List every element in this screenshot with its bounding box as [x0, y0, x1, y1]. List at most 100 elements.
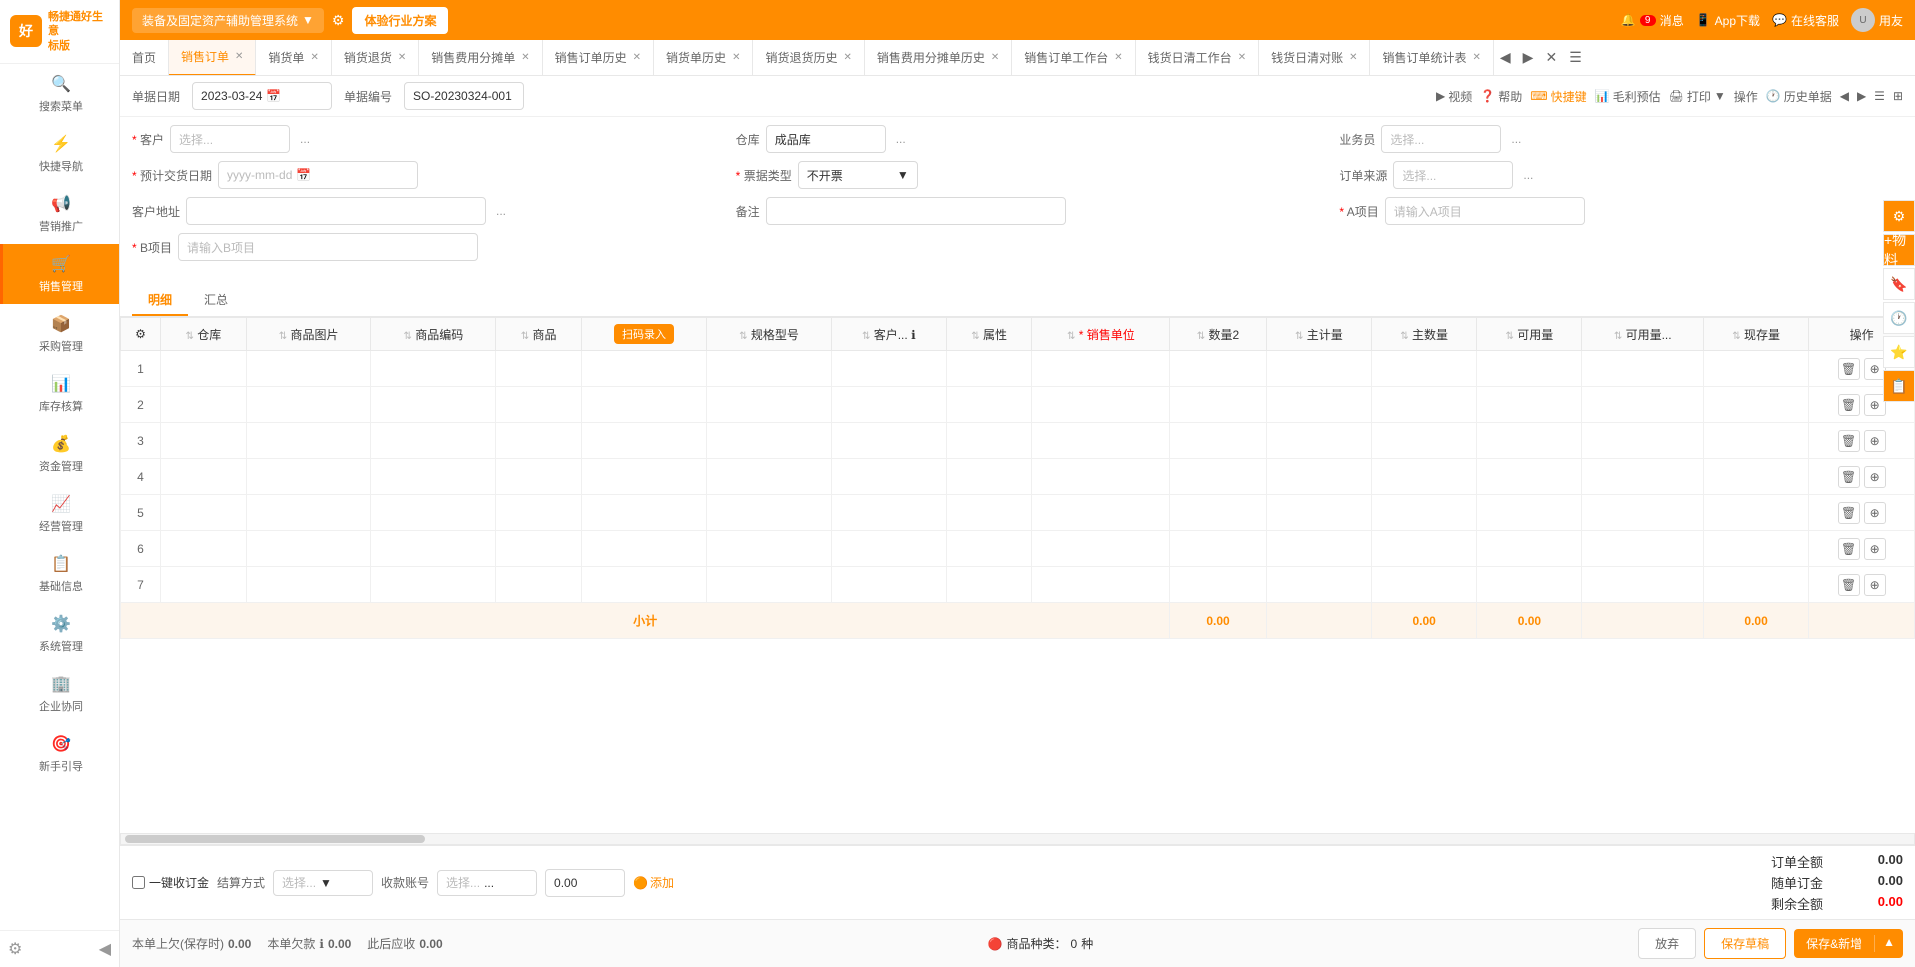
grid-view-button[interactable]: ⊞	[1893, 89, 1903, 103]
cell-attr[interactable]	[946, 495, 1032, 531]
cell-warehouse[interactable]	[161, 351, 247, 387]
help-button[interactable]: ❓ 帮助	[1480, 88, 1522, 105]
cell-product[interactable]	[496, 387, 582, 423]
cell-qty2[interactable]	[1170, 387, 1267, 423]
cell-avail-qty[interactable]	[1477, 531, 1582, 567]
cell-unit[interactable]	[1032, 423, 1170, 459]
sidebar-item-marketing[interactable]: 📢 营销推广	[0, 184, 119, 244]
col-settings[interactable]: ⚙	[121, 318, 161, 351]
cell-warehouse[interactable]	[161, 531, 247, 567]
col-customer[interactable]: ⇅ 客户... ℹ	[831, 318, 946, 351]
horizontal-scrollbar[interactable]	[120, 833, 1915, 845]
side-star-button[interactable]: ⭐	[1883, 336, 1915, 368]
tab-close-icon[interactable]: ✕	[235, 51, 243, 62]
cell-attr[interactable]	[946, 387, 1032, 423]
cell-main-unit[interactable]	[1266, 567, 1371, 603]
copy-row-button[interactable]: ⊕	[1864, 430, 1886, 452]
tab-sales-invoice[interactable]: 销货单 ✕	[256, 40, 331, 76]
delete-row-button[interactable]: 🗑	[1838, 394, 1860, 416]
save-new-button[interactable]: 保存&新增 ▲	[1794, 929, 1903, 958]
tabs-prev-button[interactable]: ◀	[1494, 40, 1517, 76]
col-qty2[interactable]: ⇅ 数量2	[1170, 318, 1267, 351]
tab-order-stats[interactable]: 销售订单统计表 ✕	[1370, 40, 1493, 76]
cell-main-unit[interactable]	[1266, 351, 1371, 387]
salesperson-more-button[interactable]: ...	[1511, 132, 1521, 146]
cell-stock-qty[interactable]	[1703, 387, 1808, 423]
side-add-material-button[interactable]: +物料	[1883, 234, 1915, 266]
cell-image[interactable]	[246, 423, 371, 459]
tab-close-icon[interactable]: ✕	[991, 52, 999, 63]
cell-scan[interactable]	[581, 387, 706, 423]
online-service-button[interactable]: 💬 在线客服	[1772, 12, 1839, 29]
cell-stock-qty[interactable]	[1703, 495, 1808, 531]
cell-main-unit[interactable]	[1266, 423, 1371, 459]
col-unit[interactable]: ⇅ * 销售单位	[1032, 318, 1170, 351]
cell-customer[interactable]	[831, 459, 946, 495]
side-settings-button[interactable]: ⚙	[1883, 200, 1915, 232]
sidebar-item-system[interactable]: ⚙️ 系统管理	[0, 604, 119, 664]
tab-order-history[interactable]: 销售订单历史 ✕	[543, 40, 654, 76]
col-main-qty[interactable]: ⇅ 主数量	[1372, 318, 1477, 351]
sidebar-item-guide[interactable]: 🎯 新手引导	[0, 724, 119, 784]
cell-product[interactable]	[496, 351, 582, 387]
cell-stock-qty[interactable]	[1703, 351, 1808, 387]
tab-close-icon[interactable]: ✕	[1238, 52, 1246, 63]
tab-close-icon[interactable]: ✕	[1349, 52, 1357, 63]
shortcuts-button[interactable]: ⌨ 快捷键	[1530, 88, 1586, 105]
tab-close-icon[interactable]: ✕	[1114, 52, 1122, 63]
cell-main-unit[interactable]	[1266, 387, 1371, 423]
col-avail-qty2[interactable]: ⇅ 可用量...	[1582, 318, 1704, 351]
sidebar-item-search[interactable]: 🔍 搜索菜单	[0, 64, 119, 124]
cell-qty2[interactable]	[1170, 495, 1267, 531]
payment-amount-input[interactable]: 0.00	[545, 869, 625, 897]
cell-avail-qty[interactable]	[1477, 567, 1582, 603]
copy-row-button[interactable]: ⊕	[1864, 466, 1886, 488]
expected-date-input[interactable]: yyyy-mm-dd 📅	[218, 161, 418, 189]
customer-input[interactable]: 选择...	[170, 125, 290, 153]
order-no-input[interactable]: SO-20230324-001	[404, 82, 524, 110]
b-project-input[interactable]: 请输入B项目	[178, 233, 478, 261]
cell-attr[interactable]	[946, 351, 1032, 387]
invoice-type-select[interactable]: 不开票 ▼	[798, 161, 918, 189]
cell-image[interactable]	[246, 387, 371, 423]
cell-product[interactable]	[496, 531, 582, 567]
tab-detail[interactable]: 明细	[132, 285, 188, 316]
cell-customer[interactable]	[831, 423, 946, 459]
cell-code[interactable]	[371, 567, 496, 603]
side-bookmark-button[interactable]: 🔖	[1883, 268, 1915, 300]
cell-unit[interactable]	[1032, 531, 1170, 567]
tab-return-history[interactable]: 销货退货历史 ✕	[753, 40, 864, 76]
cell-unit[interactable]	[1032, 387, 1170, 423]
cell-customer[interactable]	[831, 531, 946, 567]
save-draft-button[interactable]: 保存草稿	[1704, 928, 1786, 959]
delete-row-button[interactable]: 🗑	[1838, 466, 1860, 488]
sidebar-item-basic-info[interactable]: 📋 基础信息	[0, 544, 119, 604]
cell-avail-qty2[interactable]	[1582, 387, 1704, 423]
cell-stock-qty[interactable]	[1703, 531, 1808, 567]
cell-warehouse[interactable]	[161, 387, 247, 423]
cell-qty2[interactable]	[1170, 567, 1267, 603]
cell-qty2[interactable]	[1170, 351, 1267, 387]
warehouse-more-button[interactable]: ...	[896, 132, 906, 146]
save-new-dropdown-icon[interactable]: ▲	[1874, 935, 1903, 952]
settings-bottom-icon[interactable]: ⚙	[8, 939, 22, 959]
order-source-more-button[interactable]: ...	[1523, 168, 1533, 182]
tab-order-workbench[interactable]: 销售订单工作台 ✕	[1012, 40, 1135, 76]
cell-qty2[interactable]	[1170, 531, 1267, 567]
cell-warehouse[interactable]	[161, 567, 247, 603]
cell-attr[interactable]	[946, 459, 1032, 495]
cell-scan[interactable]	[581, 567, 706, 603]
col-attr[interactable]: ⇅ 属性	[946, 318, 1032, 351]
discard-button[interactable]: 放弃	[1638, 928, 1696, 959]
tab-close-icon[interactable]: ✕	[633, 52, 641, 63]
cell-stock-qty[interactable]	[1703, 423, 1808, 459]
order-source-input[interactable]: 选择...	[1393, 161, 1513, 189]
cell-spec[interactable]	[707, 567, 832, 603]
col-main-unit[interactable]: ⇅ 主计量	[1266, 318, 1371, 351]
cell-product[interactable]	[496, 423, 582, 459]
cell-customer[interactable]	[831, 567, 946, 603]
add-payment-button[interactable]: 🟠 添加	[633, 874, 674, 891]
cell-main-qty[interactable]	[1372, 531, 1477, 567]
history-button[interactable]: 🕐 历史单据	[1766, 88, 1832, 105]
cell-code[interactable]	[371, 459, 496, 495]
